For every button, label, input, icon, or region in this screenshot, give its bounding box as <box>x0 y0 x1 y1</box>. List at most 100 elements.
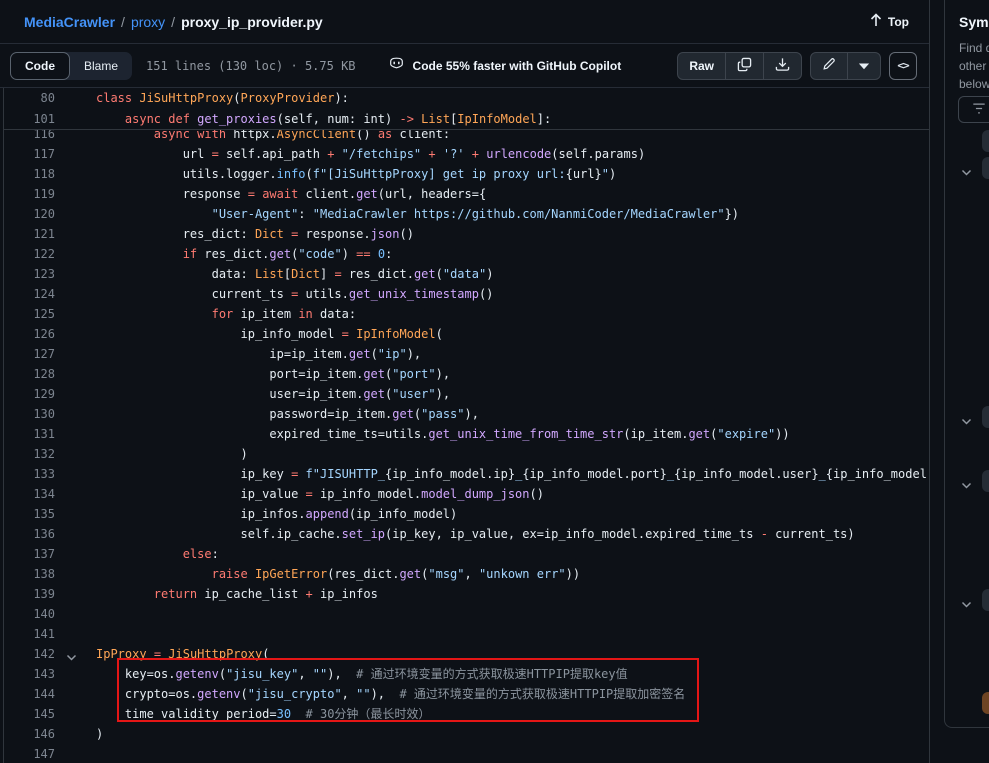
line-number[interactable]: 137 <box>4 544 55 564</box>
line-number[interactable]: 126 <box>4 324 55 344</box>
line-number[interactable]: 122 <box>4 244 55 264</box>
pencil-icon <box>822 57 836 74</box>
breadcrumb-file: proxy_ip_provider.py <box>181 14 323 30</box>
filter-funnel-icon <box>972 102 986 118</box>
code-row: 132 ) <box>4 444 929 464</box>
copilot-icon <box>388 55 405 76</box>
line-number[interactable]: 124 <box>4 284 55 304</box>
line-number[interactable]: 131 <box>4 424 55 444</box>
line-number[interactable]: 142 <box>4 644 55 664</box>
line-number[interactable]: 143 <box>4 664 55 684</box>
code-row: 122 if res_dict.get("code") == 0: <box>4 244 929 264</box>
filter-symbols-button[interactable] <box>958 96 989 123</box>
code-line-text: ip_infos.append(ip_info_model) <box>96 504 457 524</box>
code-row: 121 res_dict: Dict = response.json() <box>4 224 929 244</box>
raw-copy-download-group: Raw <box>677 52 802 80</box>
code-row: 125 for ip_item in data: <box>4 304 929 324</box>
line-number[interactable]: 145 <box>4 704 55 724</box>
line-gutter <box>55 704 96 724</box>
code-row: 142IpProxy = JiSuHttpProxy( <box>4 644 929 664</box>
symbol-item[interactable] <box>982 406 989 428</box>
line-gutter <box>55 224 96 244</box>
line-number[interactable]: 140 <box>4 604 55 624</box>
code-lines: 116 async with httpx.AsyncClient() as cl… <box>4 124 929 763</box>
code-line-text: ) <box>96 724 103 744</box>
line-number[interactable]: 128 <box>4 364 55 384</box>
tab-code[interactable]: Code <box>10 52 70 80</box>
line-gutter <box>55 424 96 444</box>
code-line-text: utils.logger.info(f"[JiSuHttpProxy] get … <box>96 164 616 184</box>
line-number[interactable]: 141 <box>4 624 55 644</box>
line-gutter <box>55 664 96 684</box>
code-row: 136 self.ip_cache.set_ip(ip_key, ip_valu… <box>4 524 929 544</box>
line-gutter <box>55 144 96 164</box>
line-number[interactable]: 138 <box>4 564 55 584</box>
line-gutter <box>55 564 96 584</box>
line-gutter <box>55 109 96 130</box>
symbol-item[interactable] <box>982 130 989 152</box>
edit-button[interactable] <box>811 53 847 79</box>
code-line-text: raise IpGetError(res_dict.get("msg", "un… <box>96 564 580 584</box>
copilot-banner: Code 55% faster with GitHub Copilot <box>388 55 622 76</box>
copilot-banner-text[interactable]: Code 55% faster with GitHub Copilot <box>413 59 622 73</box>
line-gutter <box>55 304 96 324</box>
line-gutter <box>55 524 96 544</box>
line-number[interactable]: 135 <box>4 504 55 524</box>
line-number[interactable]: 119 <box>4 184 55 204</box>
main-column: MediaCrawler / proxy / proxy_ip_provider… <box>0 0 930 763</box>
symbol-item[interactable] <box>982 589 989 611</box>
tab-blame[interactable]: Blame <box>70 52 132 80</box>
line-number[interactable]: 146 <box>4 724 55 744</box>
symbol-item[interactable] <box>982 692 989 714</box>
line-number[interactable]: 133 <box>4 464 55 484</box>
edit-dropdown-button[interactable] <box>847 53 880 79</box>
code-line-text: class JiSuHttpProxy(ProxyProvider): <box>96 88 349 109</box>
raw-button[interactable]: Raw <box>678 53 725 79</box>
line-number[interactable]: 80 <box>4 88 55 109</box>
line-gutter <box>55 644 96 664</box>
line-number[interactable]: 120 <box>4 204 55 224</box>
code-line-text: key=os.getenv("jisu_key", ""), # 通过环境变量的… <box>96 664 628 684</box>
line-gutter <box>55 444 96 464</box>
breadcrumb-folder[interactable]: proxy <box>131 14 165 30</box>
symbol-item[interactable] <box>982 157 989 179</box>
line-number[interactable]: 101 <box>4 109 55 130</box>
symbols-panel: Symbols Find definitions and references … <box>944 0 989 728</box>
code-line-text: ip_value = ip_info_model.model_dump_json… <box>96 484 544 504</box>
symbol-expand-chevron-icon[interactable] <box>961 413 972 431</box>
download-button[interactable] <box>763 53 801 79</box>
symbol-expand-chevron-icon[interactable] <box>961 477 972 495</box>
line-number[interactable]: 136 <box>4 524 55 544</box>
line-number[interactable]: 144 <box>4 684 55 704</box>
symbol-expand-chevron-icon[interactable] <box>961 596 972 614</box>
symbol-expand-chevron-icon[interactable] <box>961 164 972 182</box>
file-toolbar: Code Blame 151 lines (130 loc) · 5.75 KB… <box>0 44 929 88</box>
sticky-scope-header: 80 class JiSuHttpProxy(ProxyProvider): 101… <box>4 88 929 130</box>
line-number[interactable]: 130 <box>4 404 55 424</box>
symbols-panel-toggle-button[interactable]: <> <box>889 52 917 80</box>
breadcrumb-repo[interactable]: MediaCrawler <box>24 14 115 30</box>
code-row: 124 current_ts = utils.get_unix_timestam… <box>4 284 929 304</box>
line-number[interactable]: 127 <box>4 344 55 364</box>
line-number[interactable]: 117 <box>4 144 55 164</box>
line-number[interactable]: 139 <box>4 584 55 604</box>
code-row: 129 user=ip_item.get("user"), <box>4 384 929 404</box>
line-gutter <box>55 244 96 264</box>
line-number[interactable]: 129 <box>4 384 55 404</box>
back-to-top-button[interactable]: Top <box>870 13 909 30</box>
copy-button[interactable] <box>725 53 763 79</box>
code-line-text: ) <box>96 444 248 464</box>
line-number[interactable]: 125 <box>4 304 55 324</box>
line-number[interactable]: 132 <box>4 444 55 464</box>
line-gutter <box>55 684 96 704</box>
line-number[interactable]: 118 <box>4 164 55 184</box>
symbol-item[interactable] <box>982 470 989 492</box>
code-row: 144 crypto=os.getenv("jisu_crypto", ""),… <box>4 684 929 704</box>
line-number[interactable]: 123 <box>4 264 55 284</box>
code-row: 138 raise IpGetError(res_dict.get("msg",… <box>4 564 929 584</box>
line-number[interactable]: 134 <box>4 484 55 504</box>
line-number[interactable]: 147 <box>4 744 55 763</box>
code-blame-switch: Code Blame <box>10 52 132 80</box>
line-number[interactable]: 121 <box>4 224 55 244</box>
code-row: 127 ip=ip_item.get("ip"), <box>4 344 929 364</box>
